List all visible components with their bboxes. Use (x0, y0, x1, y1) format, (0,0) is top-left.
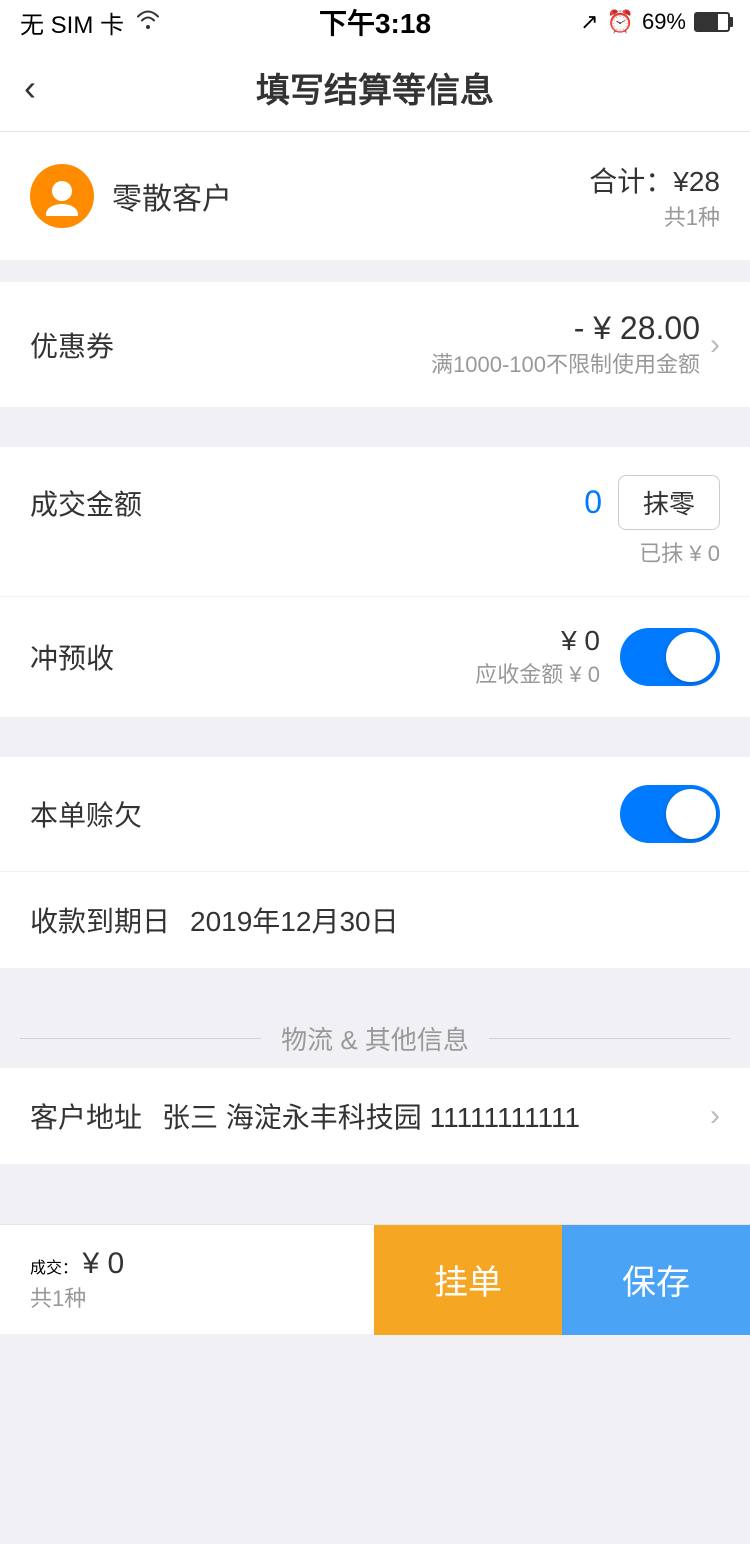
round-button[interactable]: 抹零 (618, 475, 720, 530)
bottom-deal-amount: ¥ 0 (82, 1247, 124, 1280)
coupon-description: 满1000-100不限制使用金额 (431, 347, 700, 379)
address-label: 客户地址 (30, 1096, 142, 1136)
location-icon: ↗ (580, 9, 598, 35)
duedate-section: 收款到期日 2019年12月30日 (0, 871, 750, 968)
total-amount: 合计：¥28 (589, 160, 720, 200)
divider-1 (0, 262, 750, 282)
status-left: 无 SIM 卡 (20, 5, 162, 40)
prepay-row: 冲预收 ¥ 0 应收金额 ¥ 0 (30, 625, 720, 689)
customer-left: 零散客户 (30, 164, 232, 228)
total-count: 共1种 (589, 200, 720, 232)
customer-name: 零散客户 (112, 174, 232, 218)
divider-4 (0, 988, 750, 1008)
amount-prepay-section: 成交金额 0 抹零 已抹 ¥ 0 冲预收 ¥ 0 应收金额 ¥ 0 (0, 447, 750, 717)
address-row[interactable]: 客户地址 张三 海淀永丰科技园 11111111111 › (0, 1068, 750, 1164)
customer-summary: 合计：¥28 共1种 (589, 160, 720, 232)
battery-icon (694, 12, 730, 32)
avatar (30, 164, 94, 228)
logistics-line-right (489, 1038, 730, 1039)
divider-3 (0, 737, 750, 757)
coupon-value: - ¥ 28.00 满1000-100不限制使用金额 (431, 310, 700, 379)
prepay-section: 冲预收 ¥ 0 应收金额 ¥ 0 (0, 596, 750, 717)
save-button[interactable]: 保存 (562, 1225, 750, 1335)
coupon-discount: - ¥ 28.00 (431, 310, 700, 347)
amount-row: 成交金额 0 抹零 (30, 475, 720, 530)
status-right: ↗ ⏰ 69% (580, 9, 730, 35)
address-chevron-icon: › (710, 1099, 720, 1133)
prepay-toggle[interactable] (620, 628, 720, 686)
coupon-right: - ¥ 28.00 满1000-100不限制使用金额 › (431, 310, 720, 379)
alarm-icon: ⏰ (607, 9, 634, 35)
amount-right: 0 抹零 (584, 475, 720, 530)
prepay-label: 冲预收 (30, 637, 114, 677)
logistics-text: 物流 & 其他信息 (281, 1020, 469, 1057)
debt-row: 本单赊欠 (0, 757, 750, 871)
amount-sub-text: 已抹 ¥ 0 (30, 536, 720, 568)
debt-duedate-section: 本单赊欠 收款到期日 2019年12月30日 (0, 757, 750, 968)
logistics-header: 物流 & 其他信息 (0, 1008, 750, 1068)
logistics-line-left (20, 1038, 261, 1039)
amount-label: 成交金额 (30, 483, 142, 523)
status-time: 下午3:18 (319, 2, 431, 42)
duedate-row: 收款到期日 2019年12月30日 (30, 900, 720, 940)
coupon-label: 优惠券 (30, 325, 114, 365)
wifi-icon (134, 8, 162, 36)
debt-toggle[interactable] (620, 785, 720, 843)
duedate-label: 收款到期日 (30, 900, 170, 940)
duedate-value: 2019年12月30日 (190, 900, 399, 940)
toggle-knob (666, 632, 716, 682)
pending-button[interactable]: 挂单 (374, 1225, 562, 1335)
back-button[interactable]: ‹ (24, 67, 36, 109)
page-title: 填写结算等信息 (256, 63, 494, 112)
prepay-right: ¥ 0 应收金额 ¥ 0 (475, 625, 720, 689)
nav-bar: ‹ 填写结算等信息 (0, 44, 750, 132)
carrier-text: 无 SIM 卡 (20, 5, 124, 40)
coupon-chevron-icon: › (710, 328, 720, 362)
bottom-deal-label: 成交： (30, 1260, 78, 1277)
prepay-sub: 应收金额 ¥ 0 (475, 657, 600, 689)
amount-section: 成交金额 0 抹零 已抹 ¥ 0 (0, 447, 750, 596)
amount-value: 0 (584, 484, 602, 521)
coupon-row[interactable]: 优惠券 - ¥ 28.00 满1000-100不限制使用金额 › (0, 282, 750, 407)
bottom-bar: 成交： ¥ 0 共1种 挂单 保存 (0, 1224, 750, 1334)
debt-label: 本单赊欠 (30, 794, 142, 834)
prepay-value-wrap: ¥ 0 应收金额 ¥ 0 (475, 625, 600, 689)
customer-row: 零散客户 合计：¥28 共1种 (0, 132, 750, 260)
divider-2 (0, 427, 750, 447)
bottom-deal-row: 成交： ¥ 0 (30, 1247, 344, 1281)
bottom-summary: 成交： ¥ 0 共1种 (0, 1247, 374, 1313)
battery-text: 69% (642, 9, 686, 35)
prepay-amount: ¥ 0 (475, 625, 600, 657)
address-value: 张三 海淀永丰科技园 11111111111 (142, 1096, 710, 1136)
status-bar: 无 SIM 卡 下午3:18 ↗ ⏰ 69% (0, 0, 750, 44)
bottom-count: 共1种 (30, 1281, 344, 1313)
debt-toggle-knob (666, 789, 716, 839)
